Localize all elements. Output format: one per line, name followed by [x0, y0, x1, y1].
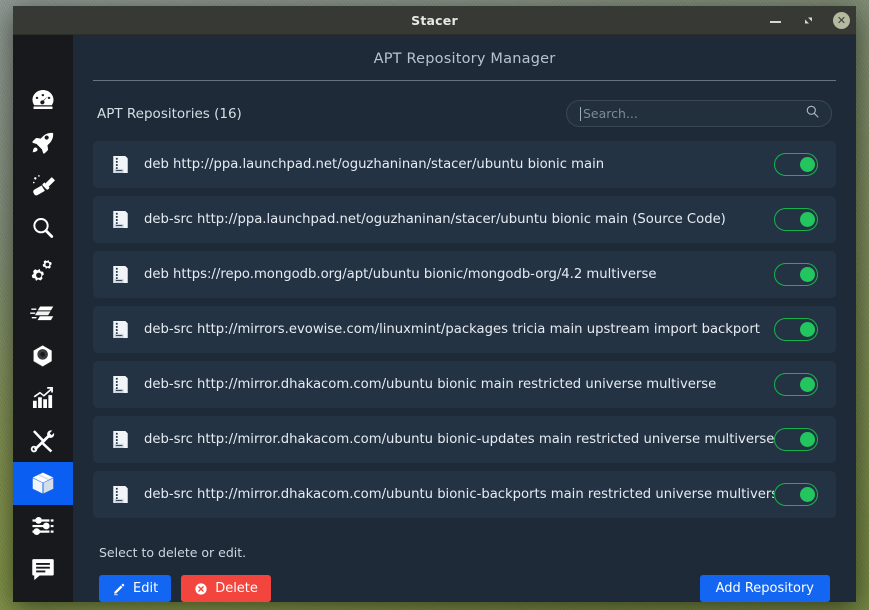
delete-button-label: Delete	[215, 581, 258, 596]
page-title: APT Repository Manager	[373, 51, 556, 67]
magnifier-icon	[29, 214, 57, 242]
list-toolbar: APT Repositories (16) Search...	[73, 81, 856, 127]
repository-source-line: deb-src http://mirror.dhakacom.com/ubunt…	[144, 487, 774, 502]
add-repository-button[interactable]: Add Repository	[699, 575, 830, 602]
desktop-wallpaper: Stacer ✕ APT Repository Manager APT Repo…	[0, 0, 869, 610]
repository-enabled-toggle[interactable]	[774, 153, 818, 176]
sidebar-item-feedback[interactable]	[13, 547, 73, 590]
repository-source-line: deb-src http://mirrors.evowise.com/linux…	[144, 322, 760, 337]
sidebar-item-system-cleaner[interactable]	[13, 164, 73, 207]
toggle-knob	[799, 266, 815, 282]
repository-file-icon	[107, 485, 133, 504]
close-glyph: ✕	[836, 13, 847, 27]
text-caret	[580, 106, 581, 121]
repository-row[interactable]: deb-src http://mirror.dhakacom.com/ubunt…	[93, 471, 836, 518]
repository-file-icon	[107, 320, 133, 339]
selection-hint: Select to delete or edit.	[99, 545, 247, 560]
repository-enabled-toggle[interactable]	[774, 263, 818, 286]
content-area: APT Repository Manager APT Repositories …	[73, 35, 856, 602]
gears-icon	[28, 256, 58, 286]
repository-file-icon	[107, 265, 133, 284]
repository-file-icon	[107, 155, 133, 174]
repository-row[interactable]: deb-src http://mirror.dhakacom.com/ubunt…	[93, 416, 836, 463]
repository-source-line: deb-src http://mirror.dhakacom.com/ubunt…	[144, 377, 717, 392]
box-icon	[29, 469, 57, 497]
button-spacer	[281, 575, 690, 602]
sidebar-item-apt-repository-manager[interactable]	[13, 462, 73, 505]
sidebar-item-search[interactable]	[13, 207, 73, 250]
edit-button[interactable]: Edit	[99, 575, 172, 602]
sidebar-item-uninstaller[interactable]	[13, 334, 73, 377]
sidebar	[13, 35, 73, 602]
window-title: Stacer	[411, 12, 458, 28]
gauge-icon	[28, 85, 58, 115]
sidebar-item-settings[interactable]	[13, 505, 73, 548]
repository-file-icon	[107, 430, 133, 449]
page-header: APT Repository Manager	[73, 35, 856, 67]
edit-button-label: Edit	[133, 581, 159, 596]
sliders-icon	[29, 512, 57, 540]
repository-source-line: deb https://repo.mongodb.org/apt/ubuntu …	[144, 267, 657, 282]
toggle-knob	[799, 211, 815, 227]
sidebar-item-helpers[interactable]	[13, 420, 73, 463]
window-body: APT Repository Manager APT Repositories …	[13, 35, 856, 602]
header-divider	[93, 80, 836, 81]
repository-row[interactable]: deb-src http://mirrors.evowise.com/linux…	[93, 306, 836, 353]
repository-enabled-toggle[interactable]	[774, 318, 818, 341]
delete-circle-x-icon	[194, 582, 208, 596]
search-input[interactable]: Search...	[566, 100, 832, 127]
sidebar-item-processes[interactable]	[13, 292, 73, 335]
tools-icon	[29, 427, 57, 455]
repository-enabled-toggle[interactable]	[774, 428, 818, 451]
pencil-icon	[112, 582, 126, 596]
repository-list: deb http://ppa.launchpad.net/oguzhaninan…	[93, 141, 836, 518]
repository-source-line: deb-src http://ppa.launchpad.net/oguzhan…	[144, 212, 726, 227]
title-bar: Stacer ✕	[13, 6, 856, 35]
delete-button[interactable]: Delete	[181, 575, 271, 602]
stacer-window: Stacer ✕ APT Repository Manager APT Repo…	[13, 6, 856, 602]
repository-enabled-toggle[interactable]	[774, 373, 818, 396]
action-buttons: Edit Delete Add Repository	[93, 560, 836, 602]
repository-enabled-toggle[interactable]	[774, 208, 818, 231]
cards-icon	[29, 299, 57, 327]
window-controls: ✕	[767, 6, 850, 35]
repository-row[interactable]: deb https://repo.mongodb.org/apt/ubuntu …	[93, 251, 836, 298]
toggle-knob	[799, 431, 815, 447]
sidebar-item-dashboard[interactable]	[13, 79, 73, 122]
footer: Select to delete or edit. Edit Delete Ad…	[73, 537, 856, 602]
toggle-knob	[799, 321, 815, 337]
close-icon[interactable]: ✕	[833, 12, 850, 29]
toggle-knob	[799, 156, 815, 172]
repository-file-icon	[107, 210, 133, 229]
rocket-icon	[29, 129, 57, 157]
broom-icon	[29, 171, 57, 199]
search-placeholder: Search...	[583, 106, 638, 121]
sidebar-item-services[interactable]	[13, 249, 73, 292]
message-icon	[29, 555, 57, 583]
repository-file-icon	[107, 375, 133, 394]
repository-source-line: deb-src http://mirror.dhakacom.com/ubunt…	[144, 432, 774, 447]
repository-source-line: deb http://ppa.launchpad.net/oguzhaninan…	[144, 157, 605, 172]
repository-row[interactable]: deb-src http://mirror.dhakacom.com/ubunt…	[93, 361, 836, 408]
bar-chart-icon	[29, 384, 57, 412]
search-icon[interactable]	[805, 104, 820, 123]
toggle-knob	[799, 376, 815, 392]
sidebar-item-resources[interactable]	[13, 377, 73, 420]
minimize-icon[interactable]	[767, 12, 784, 29]
repository-enabled-toggle[interactable]	[774, 483, 818, 506]
repository-row[interactable]: deb-src http://ppa.launchpad.net/oguzhan…	[93, 196, 836, 243]
list-heading: APT Repositories (16)	[97, 105, 242, 122]
maximize-icon[interactable]	[800, 12, 817, 29]
repository-list-wrapper: deb http://ppa.launchpad.net/oguzhaninan…	[93, 141, 836, 537]
toggle-knob	[799, 486, 815, 502]
sidebar-item-startup-apps[interactable]	[13, 122, 73, 165]
repository-row[interactable]: deb http://ppa.launchpad.net/oguzhaninan…	[93, 141, 836, 188]
add-repository-label: Add Repository	[715, 581, 814, 596]
package-drop-icon	[29, 342, 57, 370]
